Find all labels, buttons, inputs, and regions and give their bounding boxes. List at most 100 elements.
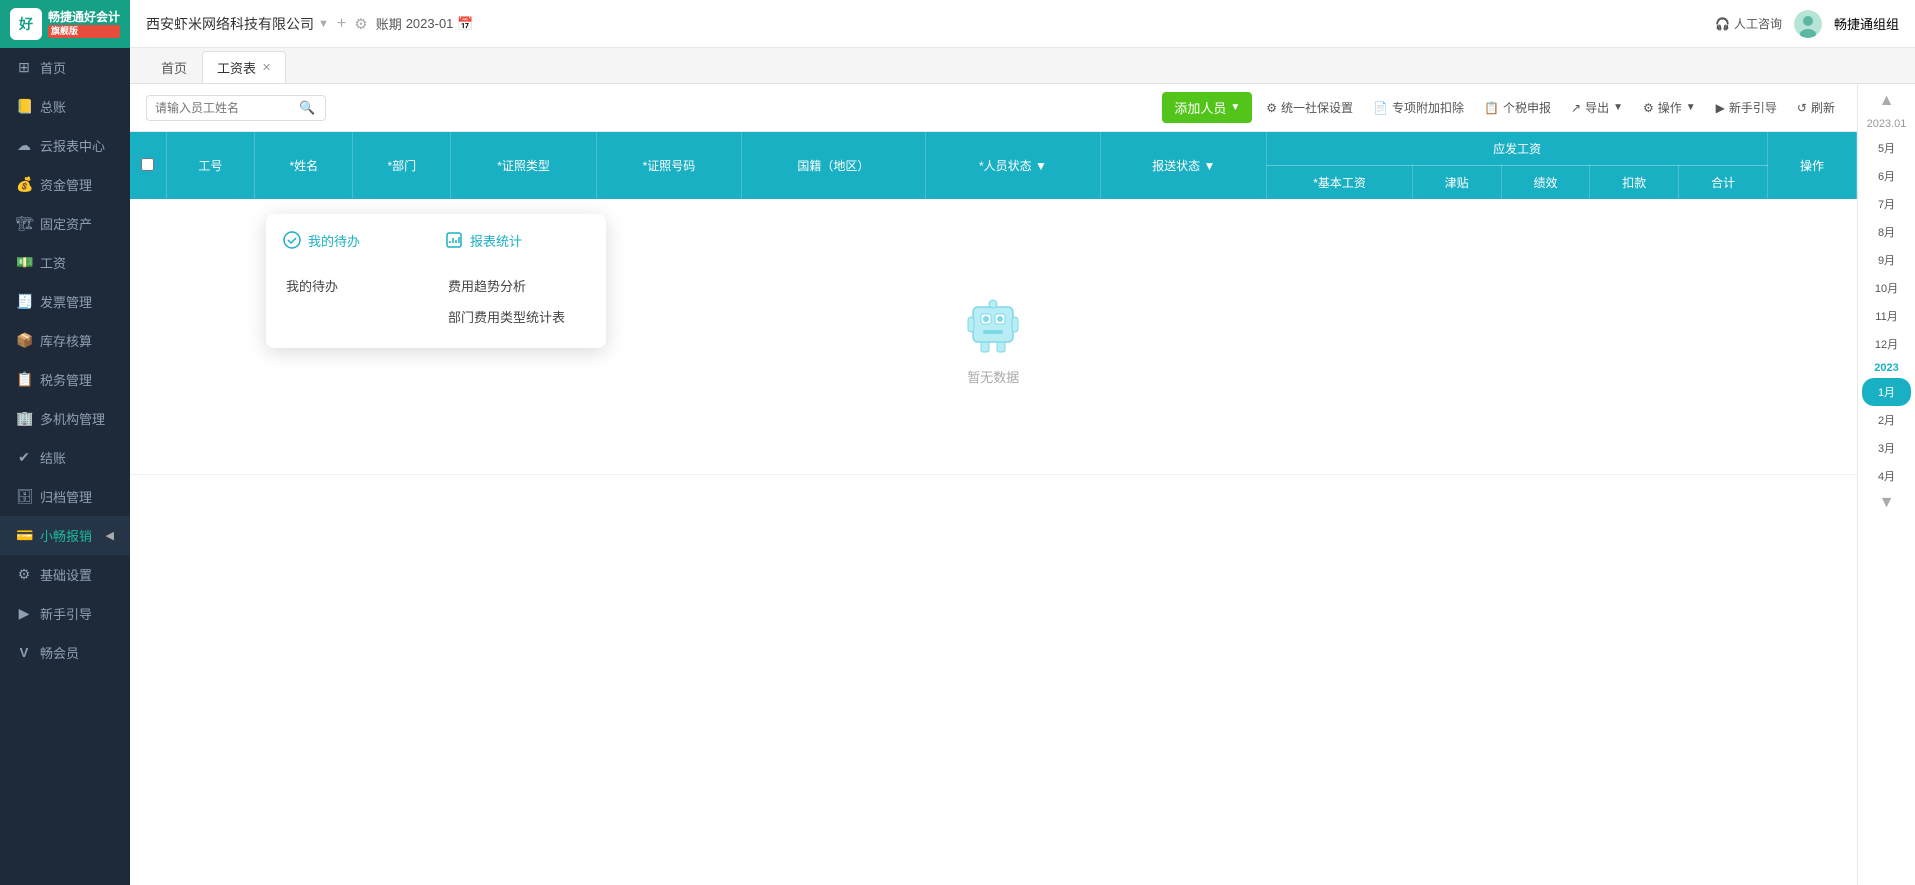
sidebar-item-inventory[interactable]: 📦 库存核算 (0, 321, 130, 360)
chevron-down-icon[interactable]: ▼ (318, 18, 329, 30)
user-avatar[interactable] (1794, 10, 1822, 38)
sidebar-item-new-guide[interactable]: ▶ 新手引导 (0, 594, 130, 633)
tab-home[interactable]: 首页 (146, 51, 202, 83)
social-security-label: 统一社保设置 (1281, 99, 1353, 116)
sidebar-item-ledger[interactable]: 📒 总账 (0, 87, 130, 126)
social-security-icon: ⚙ (1266, 101, 1277, 115)
dropdown-item-dept-expense[interactable]: 部门费用类型统计表 (444, 301, 590, 332)
timeline-month-10[interactable]: 10月 (1858, 274, 1915, 302)
sidebar-item-archive[interactable]: 🗄 归档管理 (0, 477, 130, 516)
tab-close-button[interactable]: ✕ (262, 61, 271, 74)
guide-icon: ▶ (16, 605, 32, 622)
sidebar-item-cloud-report[interactable]: ☁ 云报表中心 (0, 126, 130, 165)
month-label: 3月 (1878, 443, 1895, 455)
timeline-month-9[interactable]: 9月 (1858, 246, 1915, 274)
timeline-month-7[interactable]: 7月 (1858, 190, 1915, 218)
sidebar-item-home[interactable]: ⊞ 首页 (0, 48, 130, 87)
settings-icon: ⚙ (16, 566, 32, 583)
calendar-icon[interactable]: 📅 (457, 16, 473, 32)
company-name[interactable]: 西安虾米网络科技有限公司 ▼ (146, 14, 329, 34)
personal-tax-button[interactable]: 📋 个税申报 (1478, 95, 1557, 120)
support-button[interactable]: 🎧 人工咨询 (1715, 15, 1782, 32)
search-icon[interactable]: 🔍 (299, 100, 315, 116)
month-label: 12月 (1875, 339, 1898, 351)
add-person-label: 添加人员 (1174, 98, 1226, 117)
sidebar-item-expense[interactable]: 💳 小畅报销 ◀ (0, 516, 130, 555)
timeline-month-5[interactable]: 5月 (1858, 134, 1915, 162)
topbar-settings-icon[interactable]: ⚙ (354, 15, 367, 33)
sidebar-item-salary[interactable]: 💵 工资 (0, 243, 130, 282)
search-input[interactable] (155, 101, 295, 115)
timeline-month-8[interactable]: 8月 (1858, 218, 1915, 246)
sidebar-item-member[interactable]: V 畅会员 (0, 633, 130, 672)
headset-icon: 🎧 (1715, 17, 1730, 31)
timeline-month-6[interactable]: 6月 (1858, 162, 1915, 190)
sidebar-item-invoice[interactable]: 🧾 发票管理 (0, 282, 130, 321)
timeline-month-2[interactable]: 2月 (1858, 406, 1915, 434)
refresh-button[interactable]: ↺ 刷新 (1791, 95, 1841, 120)
expense-icon: 💳 (16, 527, 32, 544)
main-area: 西安虾米网络科技有限公司 ▼ + ⚙ 账期 2023-01 📅 🎧 人工咨询 畅… (130, 0, 1915, 885)
member-icon: V (16, 645, 32, 660)
deduction-icon: 📄 (1373, 101, 1388, 115)
timeline-year-label: 2023.01 (1865, 114, 1909, 134)
todo-header-label: 我的待办 (308, 231, 360, 250)
expense-dropdown-menu: 我的待办 我的待办 报表统计 费用趋势分析 部门费用类型统计表 (266, 214, 606, 348)
reports-header-label: 报表统计 (470, 231, 522, 250)
sidebar-item-basic-settings[interactable]: ⚙ 基础设置 (0, 555, 130, 594)
operation-button[interactable]: ⚙ 操作 ▼ (1637, 95, 1702, 120)
topbar: 西安虾米网络科技有限公司 ▼ + ⚙ 账期 2023-01 📅 🎧 人工咨询 畅… (130, 0, 1915, 48)
topbar-plus-icon[interactable]: + (337, 15, 346, 33)
sidebar-item-label: 工资 (40, 253, 66, 272)
logo-main-text: 畅捷通好会计 (48, 10, 120, 24)
timeline-month-1[interactable]: 1月 (1862, 378, 1911, 406)
avatar-image (1794, 10, 1822, 38)
sidebar-item-tax[interactable]: 📋 税务管理 (0, 360, 130, 399)
timeline-month-4[interactable]: 4月 (1858, 462, 1915, 490)
timeline-up-button[interactable]: ▲ (1875, 88, 1899, 114)
special-deduction-button[interactable]: 📄 专项附加扣除 (1367, 95, 1470, 120)
home-icon: ⊞ (16, 59, 32, 76)
select-all-th (130, 132, 166, 199)
col-basic-salary: *基本工资 (1267, 166, 1412, 200)
year-divider-label: 2023 (1874, 362, 1898, 374)
sidebar-item-label: 固定资产 (40, 214, 92, 233)
dropdown-item-my-todo[interactable]: 我的待办 (282, 270, 428, 301)
timeline-down-button[interactable]: ▼ (1875, 490, 1899, 516)
sidebar-item-settlement[interactable]: ✔ 结账 (0, 438, 130, 477)
empty-text: 暂无数据 (967, 367, 1019, 386)
timeline-month-11[interactable]: 11月 (1858, 302, 1915, 330)
timeline-month-3[interactable]: 3月 (1858, 434, 1915, 462)
sidebar-item-label: 基础设置 (40, 565, 92, 584)
username-text: 畅捷通组组 (1834, 14, 1899, 33)
logo-text: 畅捷通好会计 旗舰版 (48, 10, 120, 37)
col-report-status[interactable]: 报送状态 ▼ (1101, 132, 1267, 199)
salary-toolbar: 🔍 添加人员 ▼ ⚙ 统一社保设置 📄 专项附加扣除 (130, 84, 1857, 132)
sidebar-item-fixed-assets[interactable]: 🏗 固定资产 (0, 204, 130, 243)
add-person-button[interactable]: 添加人员 ▼ (1162, 92, 1252, 123)
export-label: 导出 (1585, 99, 1609, 116)
logo-icon: 好 (10, 8, 42, 40)
search-wrap[interactable]: 🔍 (146, 95, 326, 121)
select-all-checkbox[interactable] (141, 158, 154, 171)
dropdown-item-expense-trend[interactable]: 费用趋势分析 (444, 270, 590, 301)
sidebar-item-multi-org[interactable]: 🏢 多机构管理 (0, 399, 130, 438)
invoice-icon: 🧾 (16, 293, 32, 310)
sidebar-item-label: 新手引导 (40, 604, 92, 623)
sidebar-item-fund[interactable]: 💰 资金管理 (0, 165, 130, 204)
export-arrow-icon: ▼ (1613, 102, 1623, 113)
month-label: 2月 (1878, 415, 1895, 427)
export-icon: ↗ (1571, 101, 1581, 115)
dropdown-col-todo: 我的待办 我的待办 (282, 230, 428, 332)
dropdown-arrow-icon: ▼ (1230, 102, 1240, 113)
col-person-status[interactable]: *人员状态 ▼ (925, 132, 1100, 199)
dropdown-col-reports: 报表统计 费用趋势分析 部门费用类型统计表 (444, 230, 590, 332)
period-selector[interactable]: 账期 2023-01 📅 (376, 14, 474, 33)
collapse-icon: ◀ (106, 529, 114, 542)
timeline-month-12[interactable]: 12月 (1858, 330, 1915, 358)
tab-salary-table[interactable]: 工资表 ✕ (202, 51, 286, 83)
content-area: 🔍 添加人员 ▼ ⚙ 统一社保设置 📄 专项附加扣除 (130, 84, 1915, 885)
export-button[interactable]: ↗ 导出 ▼ (1565, 95, 1629, 120)
social-security-button[interactable]: ⚙ 统一社保设置 (1260, 95, 1359, 120)
new-guide-button[interactable]: ▶ 新手引导 (1710, 95, 1783, 120)
